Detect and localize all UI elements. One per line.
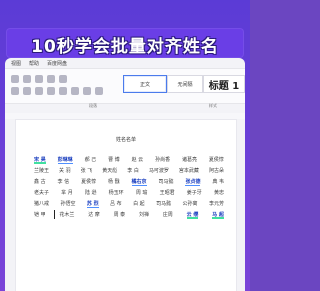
tool-icon[interactable] <box>95 87 103 95</box>
menu-help[interactable]: 帮助 <box>29 60 39 67</box>
name-cell[interactable]: 张贞德 <box>185 178 201 186</box>
ribbon-group-labels: 段落 样式 <box>5 103 245 111</box>
name-cell[interactable]: 周 泰 <box>114 211 126 218</box>
name-cell[interactable]: 铠 甲 <box>34 211 46 218</box>
style-normal[interactable]: 正文 <box>123 75 167 93</box>
name-cell[interactable]: 芈 月 <box>61 189 73 196</box>
name-cell[interactable]: 孙悟空 <box>60 200 75 207</box>
name-cell[interactable]: 姜子牙 <box>187 189 202 196</box>
name-cell[interactable]: 猪八戒 <box>34 200 49 207</box>
name-cell[interactable]: 司马懿 <box>156 200 171 207</box>
style-heading1-label: 标题 1 <box>208 80 240 92</box>
menu-baidu[interactable]: 百度网盘 <box>47 60 67 67</box>
name-cell[interactable]: 张 飞 <box>81 167 93 174</box>
name-cell[interactable]: 公孙离 <box>183 200 198 207</box>
name-cell[interactable]: 李 信 <box>58 178 70 185</box>
name-cell[interactable]: 司马懿 <box>159 178 174 185</box>
menu-view[interactable]: 视图 <box>11 60 21 67</box>
tool-icon[interactable] <box>11 87 19 95</box>
name-cell[interactable]: 杨玉环 <box>109 189 124 196</box>
name-cell[interactable]: 夏侯惇 <box>209 156 224 163</box>
name-cell[interactable]: 宫本武藏 <box>179 167 199 174</box>
tool-icon[interactable] <box>11 75 19 83</box>
name-cell[interactable]: 兰陵王 <box>34 167 49 174</box>
name-cell[interactable]: 刘禅 <box>139 211 149 218</box>
name-cell[interactable]: 诸葛亮 <box>182 156 197 163</box>
name-list: 宋 昊 彭琳琳 郝 己 曹 博 赵 云 孙尚香 诸葛亮 夏侯惇 兰陵王 关 羽 … <box>34 154 224 220</box>
tool-icon[interactable] <box>59 87 67 95</box>
group-label-paragraph: 段落 <box>89 103 97 108</box>
tool-icon[interactable] <box>83 87 91 95</box>
text-caret <box>54 210 55 219</box>
name-cell[interactable]: 曹 博 <box>108 156 120 163</box>
name-cell[interactable]: 关 羽 <box>59 167 71 174</box>
name-cell[interactable]: 赵 云 <box>132 156 144 163</box>
ribbon: 正文 无间隔 标题 1 <box>5 68 245 104</box>
name-row: 兰陵王 关 羽 张 飞 黄天彪 李 白 马可波罗 宫本武藏 阿古朵 <box>34 165 224 176</box>
title-banner: 10秒学会批量对齐姓名 <box>6 28 244 58</box>
name-row: 鑫 古 李 信 夏侯惇 杨 戬 橘右京 司马懿 张贞德 典 韦 <box>34 176 224 187</box>
name-cell[interactable]: 周 瑜 <box>136 189 148 196</box>
name-cell[interactable]: 吕 布 <box>110 200 122 207</box>
name-cell[interactable]: 陆 逊 <box>85 189 97 196</box>
style-no-spacing-label: 无间隔 <box>177 81 193 88</box>
name-cell[interactable]: 白 起 <box>133 200 145 207</box>
name-cell[interactable]: 宋 昊 <box>34 156 46 164</box>
group-label-styles: 样式 <box>209 103 217 108</box>
name-row: 猪八戒 孙悟空 苏 烈 吕 布 白 起 司马懿 公孙离 李元芳 <box>34 198 224 209</box>
name-cell[interactable]: 杨 戬 <box>108 178 120 185</box>
name-row: 铠 甲 花木兰 达 摩 周 泰 刘禅 庄周 云 缨 马 超 <box>34 209 224 220</box>
name-cell[interactable]: 鑫 古 <box>34 178 46 185</box>
style-normal-label: 正文 <box>139 81 150 88</box>
name-cell[interactable]: 老夫子 <box>34 189 49 196</box>
style-no-spacing[interactable]: 无间隔 <box>167 75 203 93</box>
tool-icon[interactable] <box>35 75 43 83</box>
name-cell[interactable]: 黄天彪 <box>102 167 117 174</box>
name-cell[interactable]: 李 白 <box>127 167 139 174</box>
name-cell[interactable]: 黄忠 <box>214 189 224 196</box>
video-frame: 10秒学会批量对齐姓名 视图 帮助 百度网盘 正文 无间隔 标题 1 段落 样式… <box>0 0 250 291</box>
name-cell[interactable]: 达 摩 <box>88 211 100 218</box>
name-cell[interactable]: 苏 烈 <box>86 200 99 208</box>
word-window: 视图 帮助 百度网盘 正文 无间隔 标题 1 段落 样式 姓名名单 宋 昊 彭琳… <box>5 58 245 291</box>
tool-icon[interactable] <box>47 87 55 95</box>
name-cell[interactable]: 王昭君 <box>160 189 175 196</box>
name-cell[interactable]: 阿古朵 <box>209 167 224 174</box>
name-row: 宋 昊 彭琳琳 郝 己 曹 博 赵 云 孙尚香 诸葛亮 夏侯惇 <box>34 154 224 165</box>
document-page[interactable]: 姓名名单 宋 昊 彭琳琳 郝 己 曹 博 赵 云 孙尚香 诸葛亮 夏侯惇 兰陵王… <box>15 119 237 291</box>
document-title: 姓名名单 <box>115 137 136 143</box>
tool-icon[interactable] <box>35 87 43 95</box>
menu-bar: 视图 帮助 百度网盘 <box>5 58 245 68</box>
name-cell[interactable]: 庄周 <box>163 211 173 218</box>
name-row: 老夫子 芈 月 陆 逊 杨玉环 周 瑜 王昭君 姜子牙 黄忠 <box>34 187 224 198</box>
name-cell[interactable]: 孙尚香 <box>155 156 170 163</box>
name-cell[interactable]: 彭琳琳 <box>57 156 73 164</box>
tool-icon[interactable] <box>71 87 79 95</box>
name-cell[interactable]: 橘右京 <box>131 178 147 186</box>
name-cell[interactable]: 夏侯惇 <box>81 178 96 185</box>
title-text: 10秒学会批量对齐姓名 <box>31 37 219 57</box>
name-cell[interactable]: 马 超 <box>212 211 224 219</box>
name-cell[interactable]: 典 韦 <box>212 178 224 185</box>
name-cell[interactable]: 花木兰 <box>59 211 74 218</box>
name-cell[interactable]: 马可波罗 <box>149 167 169 174</box>
name-cell[interactable]: 云 缨 <box>186 211 198 219</box>
tool-icon[interactable] <box>47 75 55 83</box>
name-cell[interactable]: 郝 己 <box>85 156 97 163</box>
tool-icon[interactable] <box>59 75 67 83</box>
style-heading1[interactable]: 标题 1 <box>203 75 245 93</box>
name-cell[interactable]: 李元芳 <box>209 200 224 207</box>
tool-icon[interactable] <box>23 87 31 95</box>
tool-icon[interactable] <box>23 75 31 83</box>
